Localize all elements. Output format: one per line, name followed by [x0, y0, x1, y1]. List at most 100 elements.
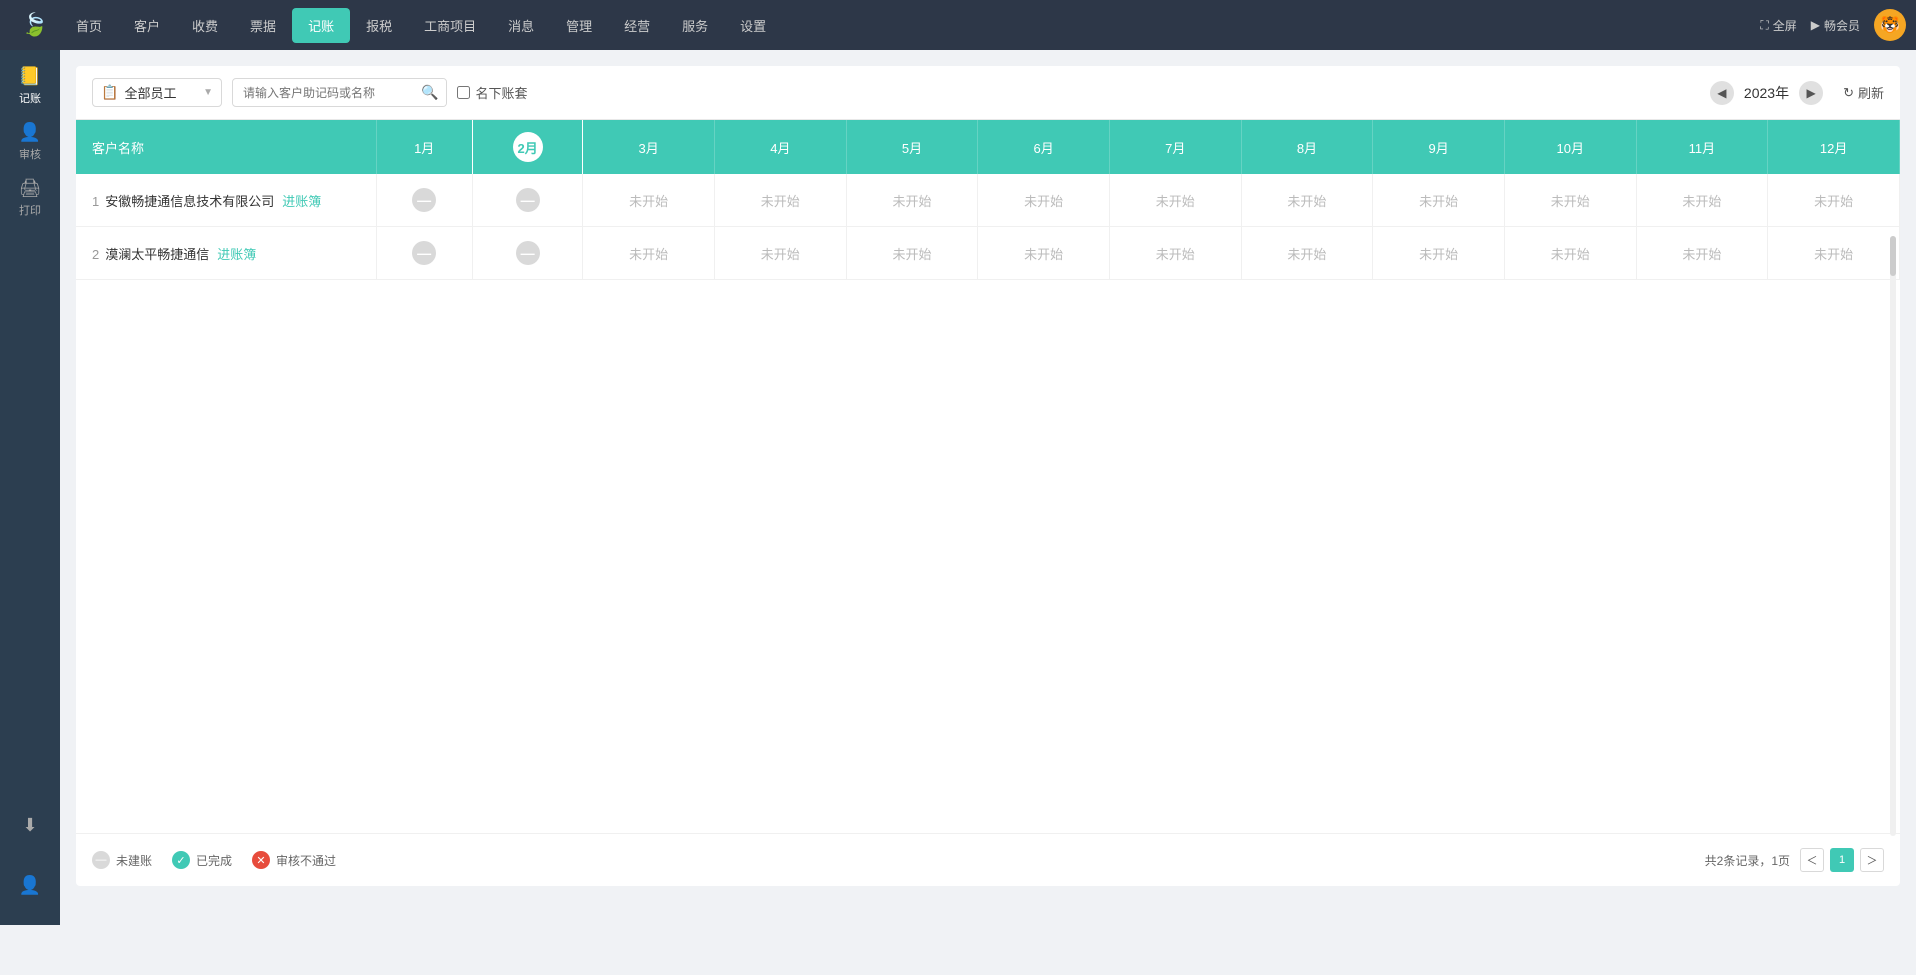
nav-manage[interactable]: 管理 [550, 8, 608, 43]
customer-name: 漠澜太平畅捷通信 [105, 247, 209, 262]
year-display: 2023年 [1744, 83, 1789, 103]
sidebar-download-button[interactable]: ⬇ [4, 799, 56, 851]
not-built-icon: — [92, 851, 110, 869]
status-not-started: 未开始 [1156, 247, 1195, 262]
sidebar-item-print[interactable]: 🖨 打印 [4, 172, 56, 224]
search-button[interactable]: 🔍 [413, 79, 446, 106]
nav-message[interactable]: 消息 [492, 8, 550, 43]
nav-tax[interactable]: 报税 [350, 8, 408, 43]
col-apr: 4月 [714, 120, 846, 174]
sidebar-item-audit[interactable]: 👤 审核 [4, 116, 56, 168]
nav-service[interactable]: 服务 [666, 8, 724, 43]
month-cell-6: 未开始 [978, 174, 1110, 227]
vip-button[interactable]: ▶ 畅会员 [1811, 17, 1860, 34]
month-cell-1: — [376, 227, 472, 280]
table-footer: — 未建账 ✓ 已完成 ✕ 审核不通过 共2条记录，1页 ＜ 1 ＞ [76, 833, 1900, 886]
table-row: 2漠澜太平畅捷通信进账簿——未开始未开始未开始未开始未开始未开始未开始未开始未开… [76, 227, 1900, 280]
status-not-started: 未开始 [761, 247, 800, 262]
customer-cell: 2漠澜太平畅捷通信进账簿 [76, 227, 376, 280]
employee-label: 全部员工 [124, 83, 176, 102]
completed-icon: ✓ [172, 851, 190, 869]
dropdown-arrow-icon: ▼ [203, 87, 213, 98]
status-not-built: — [412, 188, 436, 212]
scrollbar[interactable] [1890, 236, 1896, 836]
status-not-started: 未开始 [1156, 194, 1195, 209]
audit-icon: 👤 [19, 122, 41, 143]
customer-cell: 1安徽畅捷通信息技术有限公司进账簿 [76, 174, 376, 227]
legend-rejected: ✕ 审核不通过 [252, 851, 336, 869]
col-customer-name: 客户名称 [76, 120, 376, 174]
employee-select[interactable]: 📋 全部员工 ▼ [92, 78, 222, 107]
row-index: 1 [92, 194, 99, 209]
my-accounts-checkbox-label[interactable]: 名下账套 [457, 83, 527, 102]
status-not-started: 未开始 [1682, 247, 1721, 262]
status-not-started: 未开始 [1814, 247, 1853, 262]
nav-home[interactable]: 首页 [60, 8, 118, 43]
my-accounts-label: 名下账套 [475, 83, 527, 102]
search-input[interactable] [233, 81, 413, 105]
month-cell-2: — [472, 174, 582, 227]
next-year-button[interactable]: ▶ [1799, 81, 1823, 105]
month-cell-3: 未开始 [583, 227, 715, 280]
rejected-icon: ✕ [252, 851, 270, 869]
nav-invoice[interactable]: 票据 [234, 8, 292, 43]
nav-business[interactable]: 工商项目 [408, 8, 492, 43]
col-oct: 10月 [1504, 120, 1636, 174]
active-month-circle: 2月 [513, 132, 543, 162]
sidebar-item-accounting[interactable]: 📒 记账 [4, 60, 56, 112]
status-not-started: 未开始 [761, 194, 800, 209]
account-table: 客户名称 1月 2月 3月 4月 5月 6月 7月 8月 9月 10月 11月 … [76, 120, 1900, 280]
col-aug: 8月 [1241, 120, 1373, 174]
month-cell-11: 未开始 [1636, 227, 1768, 280]
video-icon: ▶ [1811, 18, 1820, 32]
month-cell-5: 未开始 [846, 227, 978, 280]
col-jan: 1月 [376, 120, 472, 174]
nav-operation[interactable]: 经营 [608, 8, 666, 43]
scrollbar-thumb[interactable] [1890, 236, 1896, 276]
month-cell-9: 未开始 [1373, 174, 1505, 227]
nav-right-actions: ⛶ 全屏 ▶ 畅会员 🐯 [1760, 9, 1906, 41]
month-cell-1: — [376, 174, 472, 227]
nav-customer[interactable]: 客户 [118, 8, 176, 43]
col-may: 5月 [846, 120, 978, 174]
status-not-started: 未开始 [629, 247, 668, 262]
col-sep: 9月 [1373, 120, 1505, 174]
month-cell-8: 未开始 [1241, 227, 1373, 280]
status-not-started: 未开始 [1682, 194, 1721, 209]
refresh-button[interactable]: ↻ 刷新 [1843, 83, 1884, 102]
col-mar: 3月 [583, 120, 715, 174]
prev-year-button[interactable]: ◀ [1710, 81, 1734, 105]
content-card: 📋 全部员工 ▼ 🔍 名下账套 ◀ 2023年 ▶ ↻ 刷新 [76, 66, 1900, 886]
next-page-button[interactable]: ＞ [1860, 848, 1884, 872]
fullscreen-button[interactable]: ⛶ 全屏 [1760, 17, 1796, 34]
status-not-started: 未开始 [1419, 194, 1458, 209]
current-page-display: 1 [1830, 848, 1854, 872]
user-avatar[interactable]: 🐯 [1874, 9, 1906, 41]
status-not-started: 未开始 [1551, 194, 1590, 209]
month-cell-12: 未开始 [1768, 174, 1900, 227]
sidebar-accounting-label: 记账 [19, 90, 41, 106]
vip-label: 畅会员 [1824, 17, 1860, 34]
sidebar-user-button[interactable]: 👤 [4, 859, 56, 911]
month-cell-12: 未开始 [1768, 227, 1900, 280]
month-cell-4: 未开始 [714, 174, 846, 227]
month-cell-4: 未开始 [714, 227, 846, 280]
status-not-started: 未开始 [1814, 194, 1853, 209]
sidebar-bottom: ⬇ 👤 [4, 799, 56, 925]
left-sidebar: 📒 记账 👤 审核 🖨 打印 ⬇ 👤 [0, 50, 60, 925]
table-body: 1安徽畅捷通信息技术有限公司进账簿——未开始未开始未开始未开始未开始未开始未开始… [76, 174, 1900, 280]
status-not-started: 未开始 [1024, 247, 1063, 262]
status-not-started: 未开始 [1551, 247, 1590, 262]
my-accounts-checkbox[interactable] [457, 86, 470, 99]
prev-page-button[interactable]: ＜ [1800, 848, 1824, 872]
enter-ledger-link[interactable]: 进账簿 [217, 247, 256, 262]
month-cell-10: 未开始 [1504, 174, 1636, 227]
print-icon: 🖨 [19, 178, 42, 199]
month-cell-7: 未开始 [1109, 174, 1241, 227]
table-row: 1安徽畅捷通信息技术有限公司进账簿 — — 未开始 未开始 未开始 未开始 未开始 未开始 未开始… [76, 174, 1900, 227]
nav-fee[interactable]: 收费 [176, 8, 234, 43]
nav-settings[interactable]: 设置 [724, 8, 782, 43]
enter-ledger-link[interactable]: 进账簿 [282, 194, 321, 209]
nav-accounting[interactable]: 记账 [292, 8, 350, 43]
col-nov: 11月 [1636, 120, 1768, 174]
